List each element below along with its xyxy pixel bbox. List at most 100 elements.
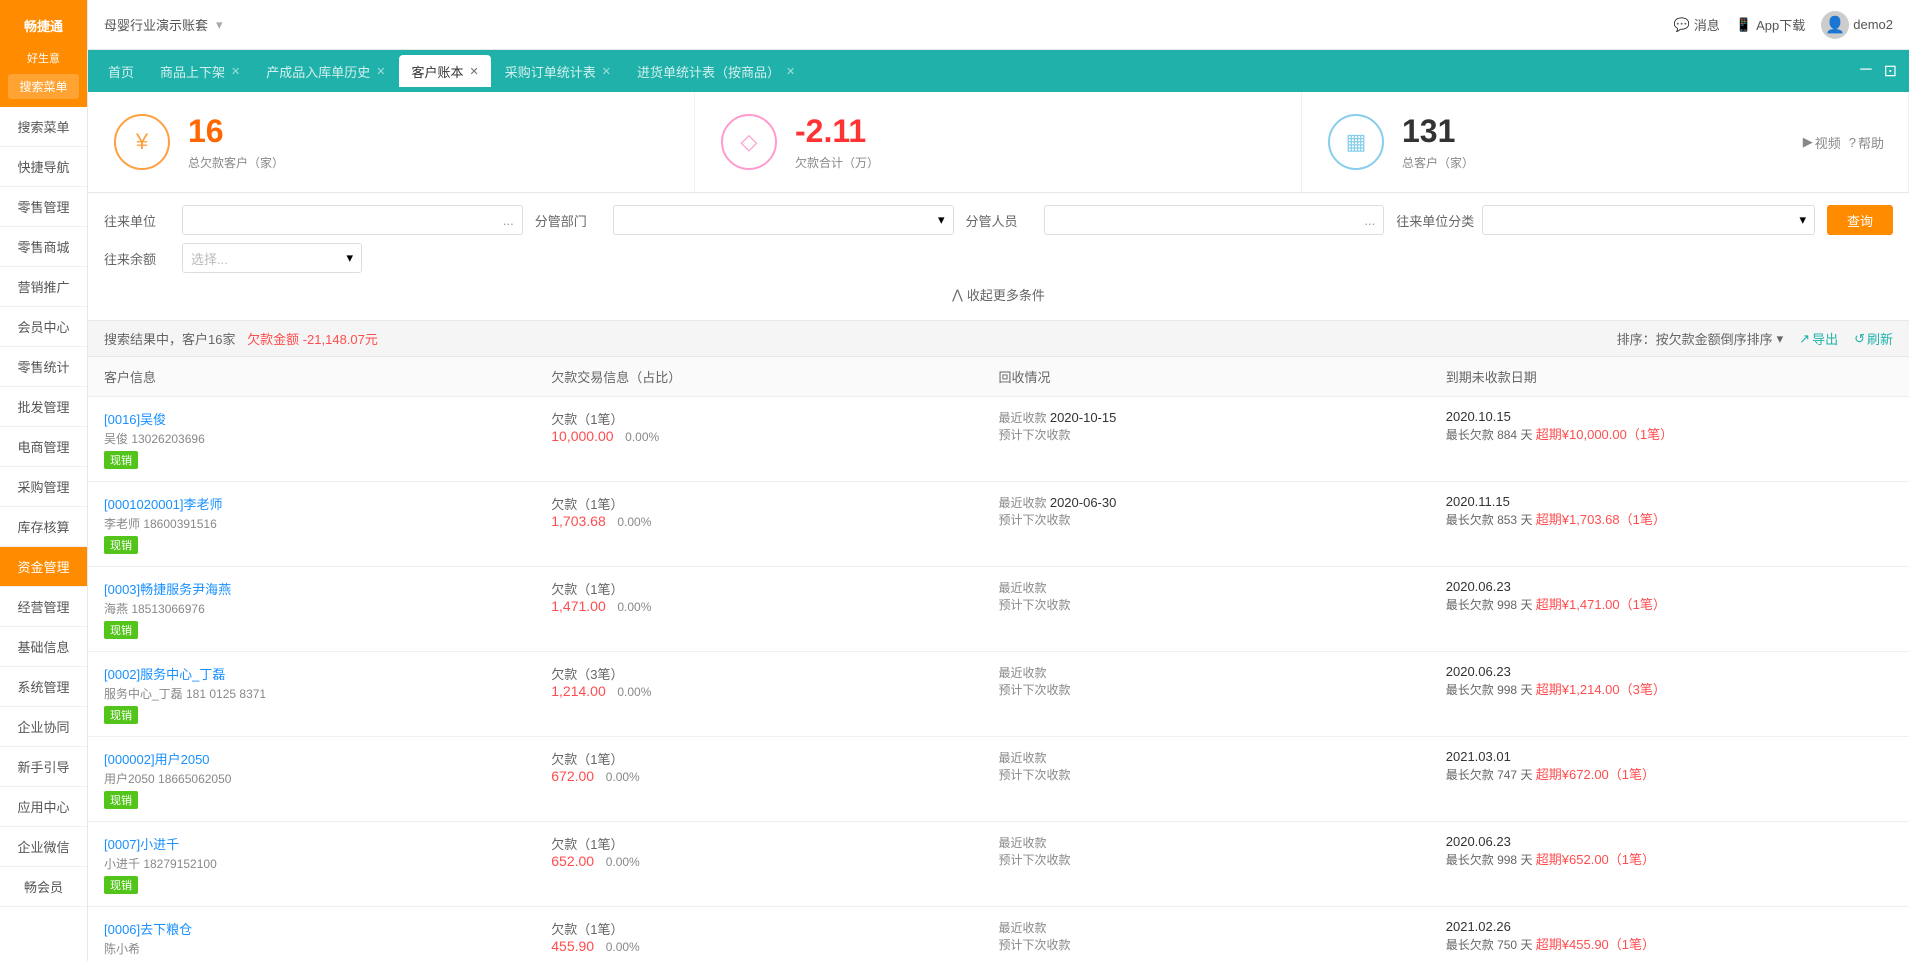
tab-product-online-offline[interactable]: 商品上下架✕ bbox=[148, 55, 252, 87]
overdue-amount-link[interactable]: 超期¥455.90（1笔） bbox=[1536, 937, 1655, 952]
refresh-button[interactable]: ↺ 刷新 bbox=[1854, 329, 1893, 348]
tab-product-inbound-history[interactable]: 产成品入库单历史✕ bbox=[254, 55, 397, 87]
search-menu-button[interactable]: 搜索菜单 bbox=[8, 74, 79, 99]
sidebar-item-零售商城[interactable]: 零售商城 bbox=[0, 227, 87, 267]
topbar-dropdown-icon[interactable]: ▾ bbox=[216, 17, 223, 33]
overdue-info: 2020.06.23 最长欠款 998 天 超期¥652.00（1笔） bbox=[1446, 834, 1893, 868]
maximize-button[interactable]: ⊡ bbox=[1880, 57, 1901, 85]
sidebar-item-资金管理[interactable]: 资金管理 bbox=[0, 547, 87, 587]
table-row: [0016]吴俊 吴俊 13026203696 现销 欠款（1笔） 10,000… bbox=[88, 397, 1909, 482]
sidebar-item-会员中心[interactable]: 会员中心 bbox=[0, 307, 87, 347]
debt-info: 欠款（1笔） 672.00 0.00% bbox=[551, 749, 998, 784]
debt-info: 欠款（1笔） 1,471.00 0.00% bbox=[551, 579, 998, 614]
filter-select-balance[interactable]: 选择... ▾ bbox=[182, 243, 362, 273]
sidebar-item-系统管理[interactable]: 系统管理 bbox=[0, 667, 87, 707]
customer-name-link[interactable]: [0016]吴俊 bbox=[104, 409, 551, 428]
debt-percent: 0.00% bbox=[606, 770, 640, 784]
export-button[interactable]: ↗ 导出 bbox=[1799, 329, 1838, 348]
app-download-button[interactable]: 📱 App下载 bbox=[1736, 15, 1805, 34]
customer-name-link[interactable]: [0006]去下粮仓 bbox=[104, 919, 551, 938]
next-payment-label: 预计下次收款 bbox=[999, 511, 1446, 528]
debt-info: 欠款（3笔） 1,214.00 0.00% bbox=[551, 664, 998, 699]
overdue-amount-link[interactable]: 超期¥10,000.00（1笔） bbox=[1536, 427, 1673, 442]
customer-info: [0003]畅捷服务尹海燕 海燕 18513066976 现销 bbox=[104, 579, 551, 639]
customer-info: [000002]用户2050 用户2050 18665062050 现销 bbox=[104, 749, 551, 809]
sidebar-nav: 搜索菜单快捷导航零售管理零售商城营销推广会员中心零售统计批发管理电商管理采购管理… bbox=[0, 107, 87, 961]
sidebar-item-label: 零售商城 bbox=[17, 240, 69, 255]
sidebar-item-营销推广[interactable]: 营销推广 bbox=[0, 267, 87, 307]
filter-input-person[interactable]: ... bbox=[1044, 205, 1385, 235]
minimize-button[interactable]: ─ bbox=[1856, 57, 1875, 85]
debt-info: 欠款（1笔） 652.00 0.00% bbox=[551, 834, 998, 869]
overdue-amount-link[interactable]: 超期¥1,471.00（1笔） bbox=[1536, 597, 1666, 612]
sidebar-item-零售统计[interactable]: 零售统计 bbox=[0, 347, 87, 387]
message-icon: 💬 bbox=[1674, 17, 1690, 33]
tab-close-icon[interactable]: ✕ bbox=[231, 65, 240, 78]
overdue-date: 2020.06.23 bbox=[1446, 579, 1893, 594]
filter-input-unit[interactable]: ... bbox=[182, 205, 523, 235]
stat-info-total-customers: 131 总客户（家） bbox=[1402, 113, 1787, 171]
tab-close-icon[interactable]: ✕ bbox=[602, 65, 611, 78]
sidebar-item-基础信息[interactable]: 基础信息 bbox=[0, 627, 87, 667]
debt-count: 欠款（1笔） bbox=[551, 409, 998, 428]
sidebar-item-新手引导[interactable]: 新手引导 bbox=[0, 747, 87, 787]
sidebar-item-电商管理[interactable]: 电商管理 bbox=[0, 427, 87, 467]
tab-purchase-order-stats[interactable]: 采购订单统计表✕ bbox=[493, 55, 623, 87]
sidebar-item-label: 营销推广 bbox=[17, 280, 69, 295]
sidebar-item-采购管理[interactable]: 采购管理 bbox=[0, 467, 87, 507]
sidebar-item-零售管理[interactable]: 零售管理 bbox=[0, 187, 87, 227]
sort-dropdown[interactable]: 排序：按欠款金额倒序排序 ▾ bbox=[1617, 329, 1784, 348]
sidebar-item-批发管理[interactable]: 批发管理 bbox=[0, 387, 87, 427]
tab-close-icon[interactable]: ✕ bbox=[470, 65, 479, 78]
tab-customer-account[interactable]: 客户账本✕ bbox=[399, 55, 490, 87]
tab-home[interactable]: 首页 bbox=[96, 55, 146, 87]
user-menu-button[interactable]: 👤 demo2 bbox=[1821, 11, 1893, 39]
tab-close-icon[interactable]: ✕ bbox=[786, 65, 795, 78]
export-icon: ↗ bbox=[1799, 331, 1810, 347]
recovery-info: 最近收款 预计下次收款 bbox=[999, 834, 1446, 868]
sidebar-item-库存核算[interactable]: 库存核算 bbox=[0, 507, 87, 547]
help-button[interactable]: ? 帮助 bbox=[1849, 133, 1884, 152]
sidebar-item-快捷导航[interactable]: 快捷导航 bbox=[0, 147, 87, 187]
tab-close-icon[interactable]: ✕ bbox=[376, 65, 385, 78]
video-button[interactable]: ▶ 视频 bbox=[1803, 133, 1841, 152]
debt-total-icon-circle: ◇ bbox=[721, 114, 777, 170]
tab-inbound-stats-by-product[interactable]: 进货单统计表（按商品）✕ bbox=[625, 55, 807, 87]
overdue-info: 2020.06.23 最长欠款 998 天 超期¥1,471.00（1笔） bbox=[1446, 579, 1893, 613]
customer-name-link[interactable]: [0007]小进千 bbox=[104, 834, 551, 853]
message-button[interactable]: 💬 消息 bbox=[1674, 15, 1720, 34]
filter-select-dept[interactable]: ▾ bbox=[613, 205, 954, 235]
sidebar-item-label: 应用中心 bbox=[17, 800, 69, 815]
next-payment-label: 预计下次收款 bbox=[999, 766, 1446, 783]
search-button[interactable]: 查询 bbox=[1827, 205, 1893, 235]
topbar-left: 母婴行业演示账套 ▾ bbox=[104, 15, 223, 34]
overdue-amount-link[interactable]: 超期¥672.00（1笔） bbox=[1536, 767, 1655, 782]
sidebar-item-企业微信[interactable]: 企业微信 bbox=[0, 827, 87, 867]
customer-name-link[interactable]: [000002]用户2050 bbox=[104, 749, 551, 768]
next-payment-label: 预计下次收款 bbox=[999, 681, 1446, 698]
overdue-amount-link[interactable]: 超期¥1,703.68（1笔） bbox=[1536, 512, 1666, 527]
overdue-amount-link[interactable]: 超期¥1,214.00（3笔） bbox=[1536, 682, 1666, 697]
sort-chevron-icon: ▾ bbox=[1777, 331, 1784, 347]
last-payment-label: 最近收款 bbox=[999, 919, 1446, 936]
overdue-date: 2020.06.23 bbox=[1446, 664, 1893, 679]
customer-name-link[interactable]: [0002]服务中心_丁磊 bbox=[104, 664, 551, 683]
customer-name-link[interactable]: [0003]畅捷服务尹海燕 bbox=[104, 579, 551, 598]
last-payment-date: 2020-10-15 bbox=[1050, 410, 1117, 425]
sidebar-item-企业协同[interactable]: 企业协同 bbox=[0, 707, 87, 747]
sidebar-item-应用中心[interactable]: 应用中心 bbox=[0, 787, 87, 827]
sidebar-item-label: 畅会员 bbox=[24, 880, 63, 895]
customer-status-badge: 现销 bbox=[104, 706, 138, 724]
table-row: [0002]服务中心_丁磊 服务中心_丁磊 181 0125 8371 现销 欠… bbox=[88, 652, 1909, 737]
customer-phone: 海燕 18513066976 bbox=[104, 600, 551, 617]
sidebar-item-经营管理[interactable]: 经营管理 bbox=[0, 587, 87, 627]
total-customers-number: 131 bbox=[1402, 113, 1787, 150]
max-overdue: 最长欠款 747 天 超期¥672.00（1笔） bbox=[1446, 764, 1893, 783]
filter-select-category[interactable]: ▾ bbox=[1482, 205, 1815, 235]
overdue-amount-link[interactable]: 超期¥652.00（1笔） bbox=[1536, 852, 1655, 867]
debt-info: 欠款（1笔） 10,000.00 0.00% bbox=[551, 409, 998, 444]
sidebar-item-畅会员[interactable]: 畅会员 bbox=[0, 867, 87, 907]
collapse-filter-button[interactable]: ⋀ 收起更多条件 bbox=[104, 281, 1893, 308]
sidebar-item-搜索菜单[interactable]: 搜索菜单 bbox=[0, 107, 87, 147]
customer-name-link[interactable]: [0001020001]李老师 bbox=[104, 494, 551, 513]
